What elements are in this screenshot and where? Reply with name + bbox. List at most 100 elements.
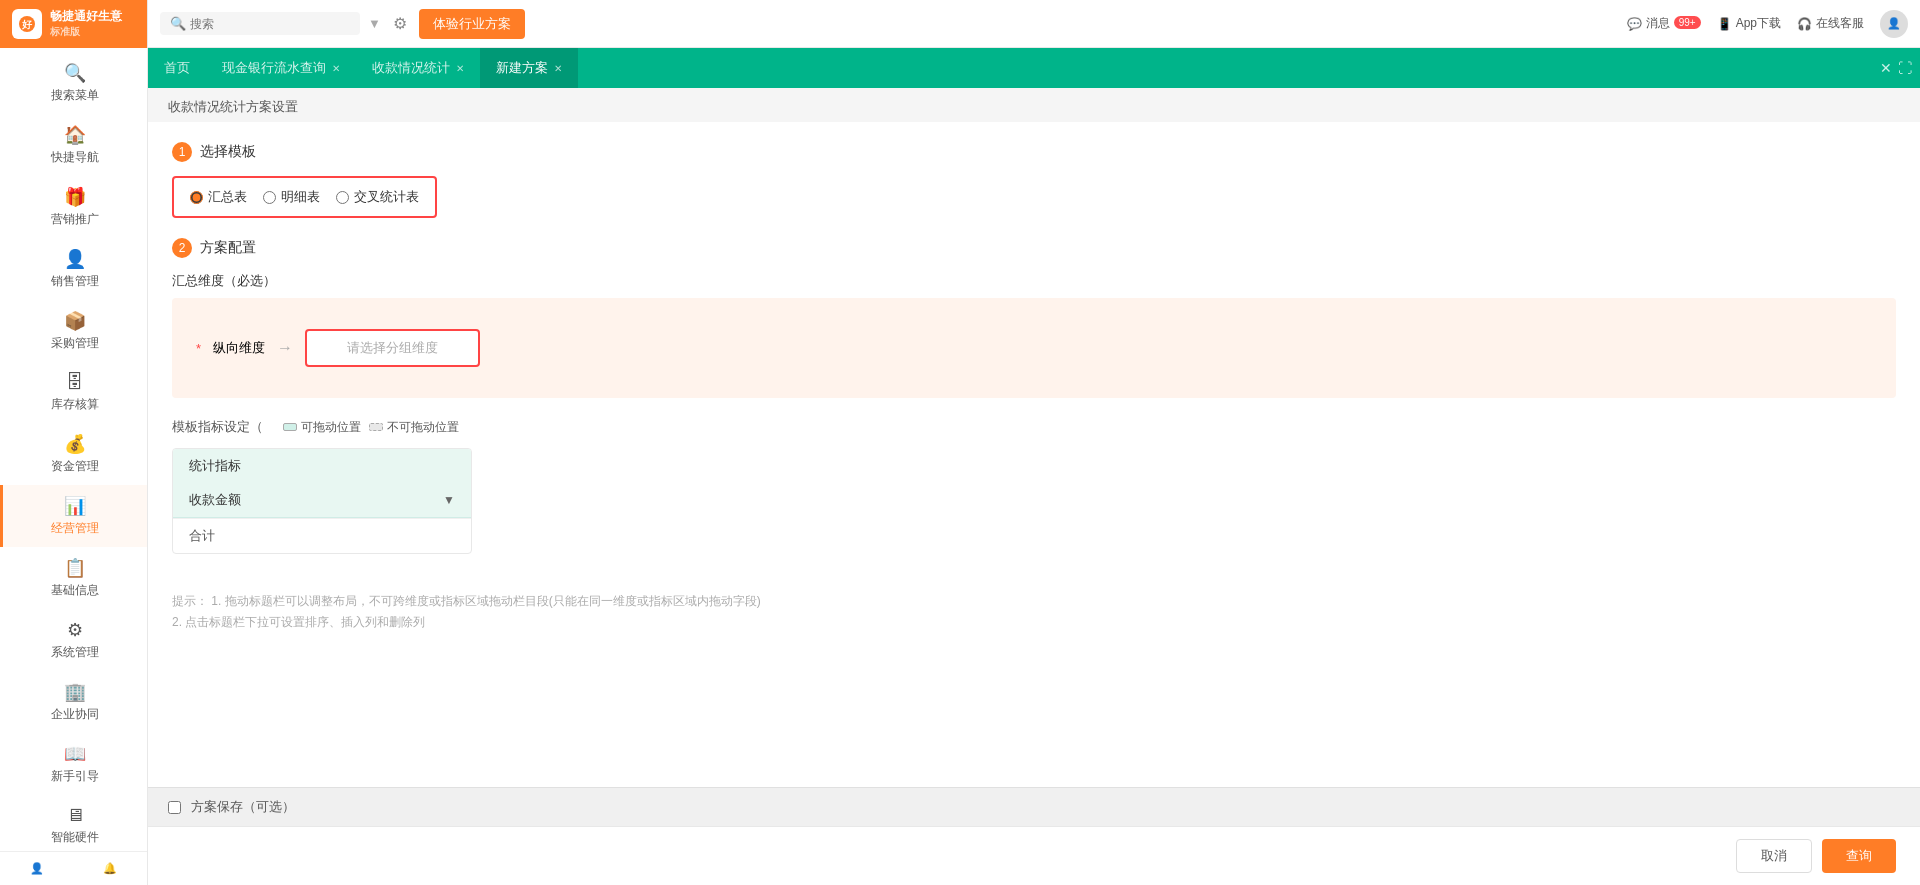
sidebar-item-label: 系统管理: [51, 644, 99, 661]
dim-label-text: 汇总维度（必选）: [172, 273, 276, 288]
dim-placeholder-text: 请选择分组维度: [347, 340, 438, 355]
main-area: 🔍 ▼ ⚙ 体验行业方案 💬 消息 99+ 📱 App下载 🎧 在线客服 👤: [148, 0, 1920, 885]
book-icon: 📖: [64, 743, 86, 765]
download-label: App下载: [1736, 15, 1781, 32]
avatar-icon: 👤: [1887, 17, 1901, 30]
radio-detail-label: 明细表: [281, 188, 320, 206]
radio-cross[interactable]: 交叉统计表: [336, 188, 419, 206]
search-input[interactable]: [190, 17, 340, 31]
sidebar-item-enterprise[interactable]: 🏢 企业协同: [0, 671, 147, 733]
box-icon: 📦: [64, 310, 86, 332]
sidebar-item-newbie[interactable]: 📖 新手引导: [0, 733, 147, 795]
dim-area: * 纵向维度 → 请选择分组维度: [172, 298, 1896, 398]
support-label: 在线客服: [1816, 15, 1864, 32]
step1-section: 1 选择模板 汇总表 明细表: [172, 142, 1896, 218]
sidebar-item-system[interactable]: ⚙ 系统管理: [0, 609, 147, 671]
sidebar-item-marketing[interactable]: 🎁 营销推广: [0, 176, 147, 238]
tab-receipts-close[interactable]: ✕: [456, 63, 464, 74]
tip-1: 提示： 1. 拖动标题栏可以调整布局，不可跨维度或指标区域拖动栏目段(只能在同一…: [172, 593, 1896, 610]
dim-arrow-icon: →: [277, 339, 293, 357]
download-icon: 📱: [1717, 17, 1732, 31]
template-box: 汇总表 明细表 交叉统计表: [172, 176, 437, 218]
dropdown-icon[interactable]: ▼: [368, 16, 381, 31]
sidebar-item-funds[interactable]: 💰 资金管理: [0, 423, 147, 485]
radio-summary[interactable]: 汇总表: [190, 188, 247, 206]
search-icon-topbar: 🔍: [170, 16, 186, 31]
row-total-label: 合计: [189, 528, 215, 543]
radio-cross-label: 交叉统计表: [354, 188, 419, 206]
sidebar-item-label: 新手引导: [51, 768, 99, 785]
sidebar-item-operations[interactable]: 📊 经营管理: [0, 485, 147, 547]
tab-home-label: 首页: [164, 59, 190, 77]
sidebar-item-inventory[interactable]: 🗄 库存核算: [0, 362, 147, 423]
tab-bank[interactable]: 现金银行流水查询 ✕: [206, 48, 356, 88]
radio-detail[interactable]: 明细表: [263, 188, 320, 206]
metrics-col-receipts[interactable]: 收款金额 ▼: [173, 483, 471, 518]
sidebar-item-hardware[interactable]: 🖥 智能硬件: [0, 795, 147, 851]
sidebar-item-sales[interactable]: 👤 销售管理: [0, 238, 147, 300]
col-dropdown-icon[interactable]: ▼: [443, 493, 455, 507]
dim-row: * 纵向维度 → 请选择分组维度: [196, 329, 480, 367]
tab-bank-label: 现金银行流水查询: [222, 59, 326, 77]
search-icon: 🔍: [64, 62, 86, 84]
monitor-icon: 🖥: [66, 805, 84, 826]
tab-receipts-label: 收款情况统计: [372, 59, 450, 77]
download-item[interactable]: 📱 App下载: [1717, 15, 1781, 32]
radio-detail-input[interactable]: [263, 191, 276, 204]
sidebar-footer-user[interactable]: 👤: [30, 862, 44, 875]
warehouse-icon: 🗄: [66, 372, 84, 393]
sidebar-item-label: 销售管理: [51, 273, 99, 290]
sidebar-item-label: 采购管理: [51, 335, 99, 352]
save-plan-label: 方案保存（可选）: [191, 798, 295, 816]
tab-bank-close[interactable]: ✕: [332, 63, 340, 74]
notification-label: 消息: [1646, 15, 1670, 32]
tips-section: 提示： 1. 拖动标题栏可以调整布局，不可跨维度或指标区域拖动栏目段(只能在同一…: [172, 581, 1896, 647]
tab-new[interactable]: 新建方案 ✕: [480, 48, 578, 88]
legend-draggable-label: 可拖动位置: [301, 419, 361, 436]
tab-close-all-icon[interactable]: ✕: [1880, 60, 1892, 76]
query-button[interactable]: 查询: [1822, 839, 1896, 873]
tab-expand-icon[interactable]: ⛶: [1898, 60, 1912, 76]
dim-placeholder[interactable]: 请选择分组维度: [305, 329, 480, 367]
trial-button[interactable]: 体验行业方案: [419, 9, 525, 39]
stats-label: 统计指标: [189, 458, 241, 473]
radio-summary-input[interactable]: [190, 191, 203, 204]
cancel-button[interactable]: 取消: [1736, 839, 1812, 873]
notification-badge: 99+: [1674, 16, 1701, 29]
support-item[interactable]: 🎧 在线客服: [1797, 15, 1864, 32]
tab-new-close[interactable]: ✕: [554, 63, 562, 74]
tabbar: 首页 现金银行流水查询 ✕ 收款情况统计 ✕ 新建方案 ✕ ✕ ⛶: [148, 48, 1920, 88]
notification-item[interactable]: 💬 消息 99+: [1627, 15, 1701, 32]
sidebar-item-basic[interactable]: 📋 基础信息: [0, 547, 147, 609]
sidebar-logo: 好 畅捷通好生意 标准版: [0, 0, 147, 48]
logo-text: 畅捷通好生意: [50, 9, 122, 25]
money-icon: 💰: [64, 433, 86, 455]
legend-draggable: 可拖动位置: [283, 419, 361, 436]
tab-home[interactable]: 首页: [148, 48, 206, 88]
tip-2: 2. 点击标题栏下拉可设置排序、插入列和删除列: [172, 614, 1896, 631]
step1-header: 1 选择模板: [172, 142, 1896, 162]
step1-title: 选择模板: [200, 143, 256, 161]
sidebar-item-label: 资金管理: [51, 458, 99, 475]
home-icon: 🏠: [64, 124, 86, 146]
step2-title: 方案配置: [200, 239, 256, 257]
sidebar-item-label: 搜索菜单: [51, 87, 99, 104]
metrics-header: 模板指标设定（ 可拖动位置 不可拖动位置: [172, 418, 1896, 436]
settings-icon[interactable]: ⚙: [393, 14, 407, 33]
logo-badge: 标准版: [50, 25, 122, 39]
sidebar-footer-bell[interactable]: 🔔: [103, 862, 117, 875]
sidebar-item-label: 经营管理: [51, 520, 99, 537]
search-box[interactable]: 🔍: [160, 12, 360, 35]
sidebar-item-nav[interactable]: 🏠 快捷导航: [0, 114, 147, 176]
legend-fixed-label: 不可拖动位置: [387, 419, 459, 436]
sidebar-item-purchase[interactable]: 📦 采购管理: [0, 300, 147, 362]
user-avatar[interactable]: 👤: [1880, 10, 1908, 38]
radio-cross-input[interactable]: [336, 191, 349, 204]
tab-new-label: 新建方案: [496, 59, 548, 77]
sidebar-item-search[interactable]: 🔍 搜索菜单: [0, 52, 147, 114]
step1-badge: 1: [172, 142, 192, 162]
col-receipts-label: 收款金额: [189, 491, 241, 509]
tab-receipts[interactable]: 收款情况统计 ✕: [356, 48, 480, 88]
save-plan-checkbox[interactable]: [168, 801, 181, 814]
vertical-dim-label: 纵向维度: [213, 339, 265, 357]
